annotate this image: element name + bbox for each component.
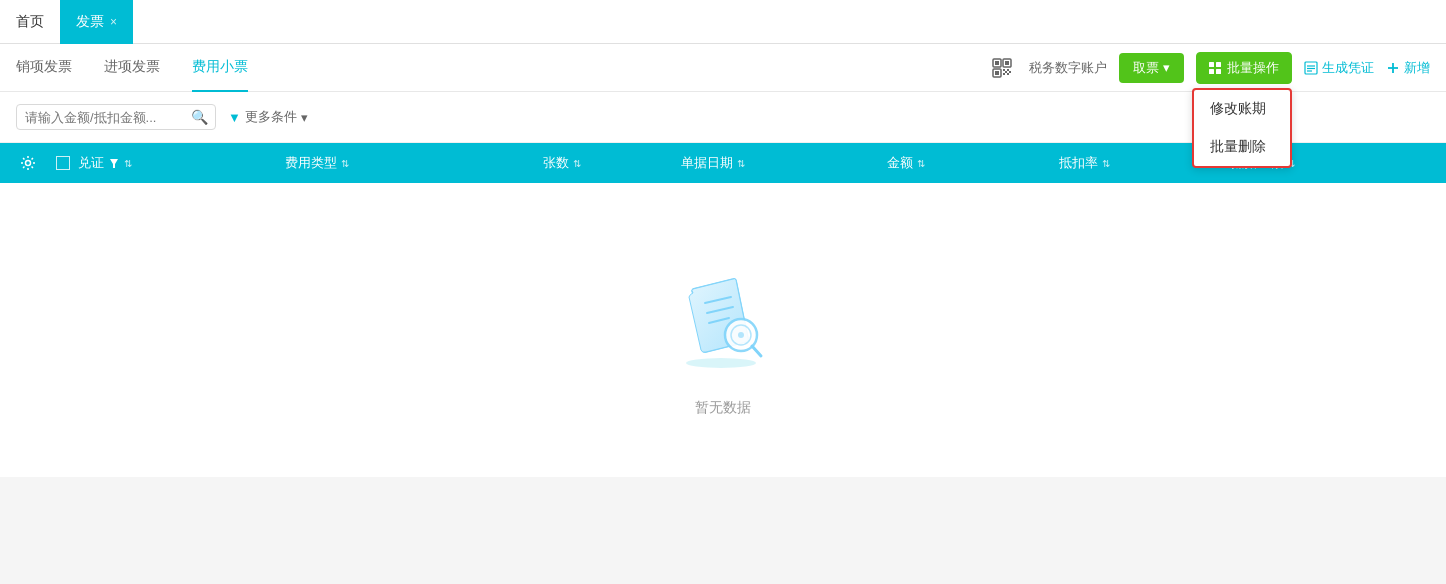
- tab-sales-invoice[interactable]: 销项发票: [16, 44, 72, 92]
- svg-rect-10: [1005, 71, 1007, 73]
- svg-marker-23: [110, 159, 118, 168]
- search-wrap: 🔍: [16, 104, 216, 130]
- modify-period-item[interactable]: 修改账期: [1194, 90, 1290, 128]
- sort-date-icon[interactable]: ⇅: [737, 158, 745, 169]
- th-amount-label: 金额: [887, 154, 913, 172]
- sort-voucher-icon[interactable]: ⇅: [124, 158, 132, 169]
- svg-rect-13: [1216, 62, 1221, 67]
- sub-nav-tabs: 销项发票 进项发票 费用小票: [16, 44, 248, 92]
- batch-icon: [1209, 61, 1223, 75]
- batch-op-label: 批量操作: [1227, 59, 1279, 77]
- invoice-tab-label: 发票: [76, 13, 104, 31]
- svg-rect-11: [1009, 71, 1011, 73]
- gen-voucher-button[interactable]: 生成凭证: [1304, 59, 1374, 77]
- search-input[interactable]: [25, 110, 185, 125]
- take-ticket-button[interactable]: 取票 ▾: [1119, 53, 1184, 83]
- sort-amount-icon[interactable]: ⇅: [917, 158, 925, 169]
- svg-rect-8: [1003, 73, 1005, 75]
- th-amount: 金额 ⇅: [887, 154, 1059, 172]
- more-filter-arrow: ▾: [301, 110, 308, 125]
- filter-icon: ▼: [228, 110, 241, 125]
- svg-rect-6: [1003, 69, 1005, 71]
- th-date: 单据日期 ⇅: [681, 154, 888, 172]
- plus-icon: [1386, 61, 1400, 75]
- top-nav: 首页 发票 ×: [0, 0, 1446, 44]
- svg-rect-12: [1209, 62, 1214, 67]
- select-all-checkbox[interactable]: [56, 156, 70, 170]
- voucher-icon: [1304, 61, 1318, 75]
- svg-rect-1: [995, 61, 999, 65]
- take-ticket-arrow: ▾: [1163, 60, 1170, 75]
- filter-voucher-icon[interactable]: [108, 157, 120, 169]
- invoice-tab[interactable]: 发票 ×: [60, 0, 133, 44]
- empty-illustration: [663, 263, 783, 383]
- search-icon[interactable]: 🔍: [191, 109, 208, 125]
- tab-purchase-invoice[interactable]: 进项发票: [104, 44, 160, 92]
- gear-icon: [20, 155, 36, 171]
- empty-state: 暂无数据: [0, 183, 1446, 477]
- gen-voucher-label: 生成凭证: [1322, 59, 1374, 77]
- svg-rect-15: [1216, 69, 1221, 74]
- tab-expense-receipt[interactable]: 费用小票: [192, 44, 248, 92]
- svg-rect-7: [1007, 69, 1009, 71]
- th-checkbox[interactable]: [48, 156, 78, 170]
- svg-point-31: [738, 332, 744, 338]
- th-settings[interactable]: [8, 155, 48, 171]
- svg-rect-5: [995, 71, 999, 75]
- svg-rect-14: [1209, 69, 1214, 74]
- svg-rect-9: [1007, 73, 1009, 75]
- more-filter-button[interactable]: ▼ 更多条件 ▾: [228, 108, 308, 126]
- svg-line-30: [752, 346, 761, 356]
- svg-point-22: [26, 161, 31, 166]
- th-expense-label: 费用类型: [285, 154, 337, 172]
- svg-point-24: [686, 358, 756, 368]
- th-date-label: 单据日期: [681, 154, 733, 172]
- batch-op-wrapper: 批量操作 修改账期 批量删除: [1196, 52, 1292, 84]
- empty-text: 暂无数据: [695, 399, 751, 417]
- add-new-button[interactable]: 新增: [1386, 59, 1430, 77]
- th-deduct-rate-label: 抵扣率: [1059, 154, 1098, 172]
- th-count-label: 张数: [543, 154, 569, 172]
- invoice-tab-close[interactable]: ×: [110, 15, 117, 29]
- batch-delete-item[interactable]: 批量删除: [1194, 128, 1290, 166]
- sort-deduct-rate-icon[interactable]: ⇅: [1102, 158, 1110, 169]
- th-count: 张数 ⇅: [543, 154, 681, 172]
- home-link[interactable]: 首页: [16, 13, 60, 31]
- batch-op-button[interactable]: 批量操作: [1196, 52, 1292, 84]
- sort-expense-icon[interactable]: ⇅: [341, 158, 349, 169]
- more-filter-label: 更多条件: [245, 108, 297, 126]
- qr-code-button[interactable]: [987, 53, 1017, 83]
- add-label: 新增: [1404, 59, 1430, 77]
- take-ticket-label: 取票: [1133, 59, 1159, 77]
- sort-count-icon[interactable]: ⇅: [573, 158, 581, 169]
- toolbar: 税务数字账户 取票 ▾ 批量操作 修改账期 批量删除: [987, 52, 1430, 84]
- svg-rect-3: [1005, 61, 1009, 65]
- th-voucher-label: 兑证: [78, 154, 104, 172]
- tax-account-button[interactable]: 税务数字账户: [1029, 59, 1107, 77]
- sub-nav: 销项发票 进项发票 费用小票: [0, 44, 1446, 92]
- th-expense: 费用类型 ⇅: [285, 154, 543, 172]
- batch-op-dropdown: 修改账期 批量删除: [1192, 88, 1292, 168]
- th-voucher: 兑证 ⇅: [78, 154, 285, 172]
